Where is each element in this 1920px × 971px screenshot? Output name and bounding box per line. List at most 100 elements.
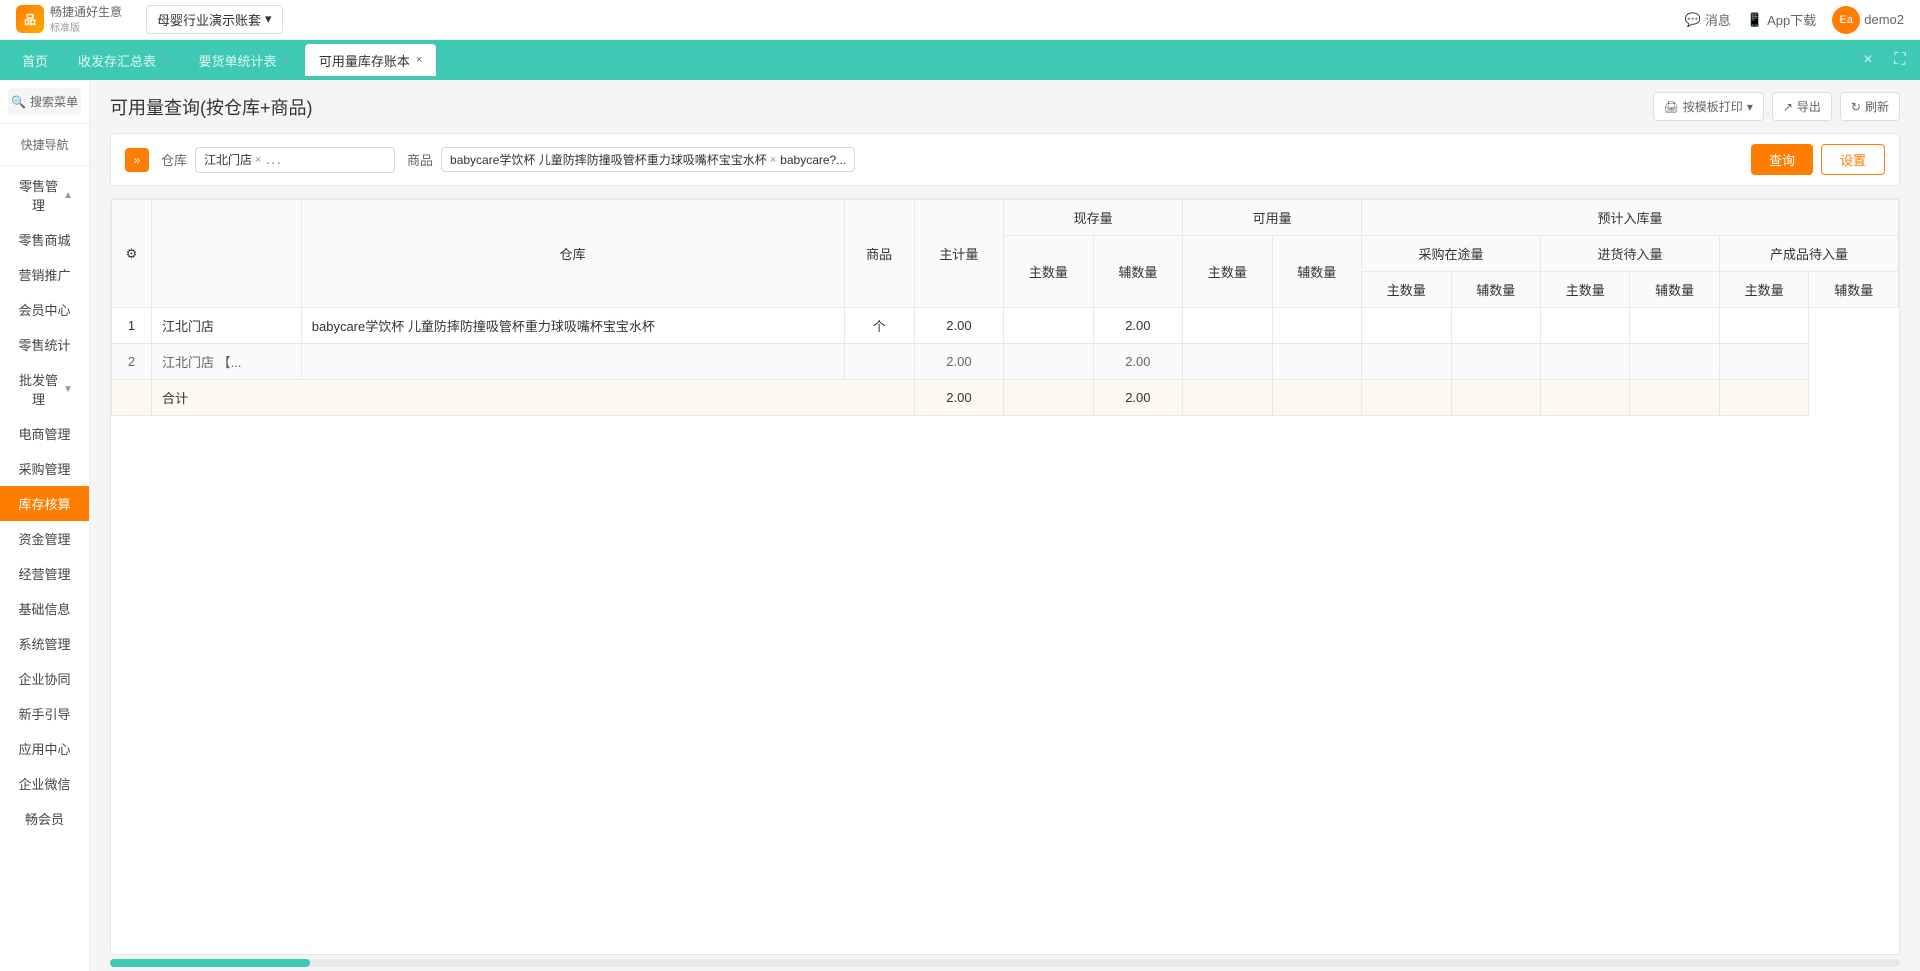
warehouse-filter-tags[interactable]: 江北门店 × ... — [195, 147, 395, 173]
sidebar-item-newbie[interactable]: 新手引导 — [0, 696, 89, 731]
scrollbar-track[interactable] — [110, 959, 1900, 967]
sidebar-item-member[interactable]: 会员中心 — [0, 292, 89, 327]
sidebar-item-basic[interactable]: 基础信息 — [0, 591, 89, 626]
cell-summary-pp-main — [1451, 380, 1540, 416]
th-product: 商品 — [844, 200, 914, 308]
tab-receive-send-close[interactable]: × — [162, 54, 168, 66]
tab-receive-send-label: 收发存汇总表 — [78, 51, 156, 70]
filter-action-btns: 查询 设置 — [1751, 144, 1885, 175]
warehouse-filter-dots[interactable]: ... — [265, 151, 281, 169]
chevron-down-icon: ▼ — [63, 384, 73, 395]
cell-unit-1: 个 — [844, 308, 914, 344]
sidebar-item-wholesale[interactable]: 批发管理 ▼ — [0, 362, 89, 416]
export-btn[interactable]: ↗ 导出 — [1772, 92, 1832, 121]
filter-expand-btn[interactable]: » — [125, 148, 149, 172]
th-purchase-transit-main: 主数量 — [1362, 272, 1451, 308]
content-area: 可用量查询(按仓库+商品) 🖨 按模板打印 ▾ ↗ 导出 ↻ 刷新 — [90, 80, 1920, 971]
th-finished-pending: 产成品待入量 — [1719, 236, 1898, 272]
th-unit: 主计量 — [914, 200, 1003, 308]
th-purchase-transit: 采购在途量 — [1362, 236, 1541, 272]
gear-icon[interactable]: ⚙ — [126, 246, 138, 261]
cell-summary-pt-main — [1272, 380, 1361, 416]
tab-home[interactable]: 首页 — [8, 44, 62, 76]
app-download-btn[interactable]: 📱 App下载 — [1747, 10, 1816, 29]
scrollbar-thumb — [110, 959, 310, 967]
th-avail-main: 主数量 — [1183, 236, 1272, 308]
cell-fp-aux-1 — [1719, 308, 1808, 344]
sidebar-item-ecommerce[interactable]: 电商管理 — [0, 416, 89, 451]
sidebar-item-quick-nav[interactable]: 快捷导航 — [0, 130, 89, 159]
cell-fp-main-1 — [1630, 308, 1719, 344]
th-purchase-transit-aux: 辅数量 — [1451, 272, 1540, 308]
product-filter-label: 商品 — [407, 150, 433, 169]
sidebar-item-app-center[interactable]: 应用中心 — [0, 731, 89, 766]
sidebar-item-purchase[interactable]: 采购管理 — [0, 451, 89, 486]
filter-bar: » 仓库 江北门店 × ... 商品 babycare学饮杯 儿童防摔防撞吸管杯… — [110, 133, 1900, 186]
tab-order-stats-close[interactable]: × — [282, 54, 288, 66]
message-btn[interactable]: 💬 消息 — [1685, 10, 1731, 29]
sidebar-item-enterprise-wx[interactable]: 企业微信 — [0, 766, 89, 801]
chevron-icon: ▲ — [63, 190, 73, 201]
th-current-aux: 辅数量 — [1093, 236, 1182, 308]
cell-summary-pt-aux — [1362, 380, 1451, 416]
sidebar-item-system[interactable]: 系统管理 — [0, 626, 89, 661]
refresh-icon: ↻ — [1851, 100, 1861, 114]
cell-group-pp-main — [1451, 344, 1540, 380]
cell-summary-current-aux — [1004, 380, 1093, 416]
th-available: 可用量 — [1183, 200, 1362, 236]
search-menu-btn[interactable]: 🔍 搜索菜单 — [8, 88, 81, 115]
sidebar-item-inventory[interactable]: 库存核算 — [0, 486, 89, 521]
tab-receive-send[interactable]: 收发存汇总表 × — [64, 44, 182, 76]
tab-available-inventory-close[interactable]: × — [416, 54, 422, 66]
export-icon: ↗ — [1783, 100, 1793, 114]
cell-group-warehouse: 江北门店 【... — [152, 344, 302, 380]
sidebar-item-operation[interactable]: 经营管理 — [0, 556, 89, 591]
close-window-icon[interactable]: × — [1856, 48, 1880, 72]
cell-pp-aux-1 — [1540, 308, 1629, 344]
cell-avail-main-1: 2.00 — [1093, 308, 1182, 344]
cell-group-current-main: 2.00 — [914, 344, 1003, 380]
th-current-stock: 现存量 — [1004, 200, 1183, 236]
cell-summary-avail-aux — [1183, 380, 1272, 416]
sidebar-item-zero-mall[interactable]: 零售商城 — [0, 222, 89, 257]
query-btn[interactable]: 查询 — [1751, 144, 1813, 175]
print-arrow-icon: ▾ — [1747, 100, 1753, 114]
settings-btn[interactable]: 设置 — [1821, 144, 1885, 175]
table-row: 1 江北门店 babycare学饮杯 儿童防摔防撞吸管杯重力球吸嘴杯宝宝水杯 个… — [112, 308, 1899, 344]
org-chevron-icon: ▾ — [265, 11, 272, 27]
sidebar-item-zero-stats[interactable]: 零售统计 — [0, 327, 89, 362]
tab-available-inventory[interactable]: 可用量库存账本 × — [305, 44, 436, 76]
product-filter-tags[interactable]: babycare学饮杯 儿童防摔防撞吸管杯重力球吸嘴杯宝宝水杯 × babyca… — [441, 147, 855, 172]
avatar: Ea — [1832, 6, 1860, 34]
th-finished-main: 主数量 — [1719, 272, 1808, 308]
sidebar-item-enterprise[interactable]: 企业协同 — [0, 661, 89, 696]
warehouse-tag-close[interactable]: × — [255, 154, 261, 166]
sidebar-item-marketing[interactable]: 营销推广 — [0, 257, 89, 292]
fullscreen-icon[interactable]: ⛶ — [1888, 48, 1912, 72]
cell-group-no: 2 — [112, 344, 152, 380]
refresh-btn[interactable]: ↻ 刷新 — [1840, 92, 1900, 121]
org-selector[interactable]: 母婴行业演示账套 ▾ — [146, 5, 283, 34]
th-purchase-pending-aux: 辅数量 — [1630, 272, 1719, 308]
product-tag-close[interactable]: × — [770, 154, 776, 166]
table-wrapper: ⚙ 仓库 商品 主计量 现存量 可用量 预计入库量 主数量 辅数量 主数量 — [110, 198, 1900, 955]
sidebar-item-finance[interactable]: 资金管理 — [0, 521, 89, 556]
brand-name: 畅捷通好生意 — [50, 5, 122, 19]
th-finished-aux: 辅数量 — [1809, 272, 1899, 308]
brand-sub: 标准版 — [50, 19, 122, 34]
sidebar-item-member2[interactable]: 畅会员 — [0, 801, 89, 836]
cell-pp-main-1 — [1451, 308, 1540, 344]
user-menu[interactable]: Ea demo2 — [1832, 6, 1904, 34]
cell-group-avail-aux — [1183, 344, 1272, 380]
warehouse-tag-jiangbei: 江北门店 × — [204, 151, 261, 168]
cell-group-unit — [844, 344, 914, 380]
th-avail-aux: 辅数量 — [1272, 236, 1361, 308]
page-actions: 🖨 按模板打印 ▾ ↗ 导出 ↻ 刷新 — [1653, 92, 1900, 121]
print-btn[interactable]: 🖨 按模板打印 ▾ — [1653, 92, 1764, 121]
tab-order-stats[interactable]: 要货单统计表 × — [184, 44, 302, 76]
cell-summary-fp-main — [1630, 380, 1719, 416]
sidebar-section: 零售管理 ▲ 零售商城 营销推广 会员中心 零售统计 批发管理 ▼ 电商管理 — [0, 166, 89, 838]
sidebar-item-zero-sales[interactable]: 零售管理 ▲ — [0, 168, 89, 222]
product-tag-babycare: babycare学饮杯 儿童防摔防撞吸管杯重力球吸嘴杯宝宝水杯 × — [450, 151, 776, 168]
th-gear[interactable]: ⚙ — [112, 200, 152, 308]
